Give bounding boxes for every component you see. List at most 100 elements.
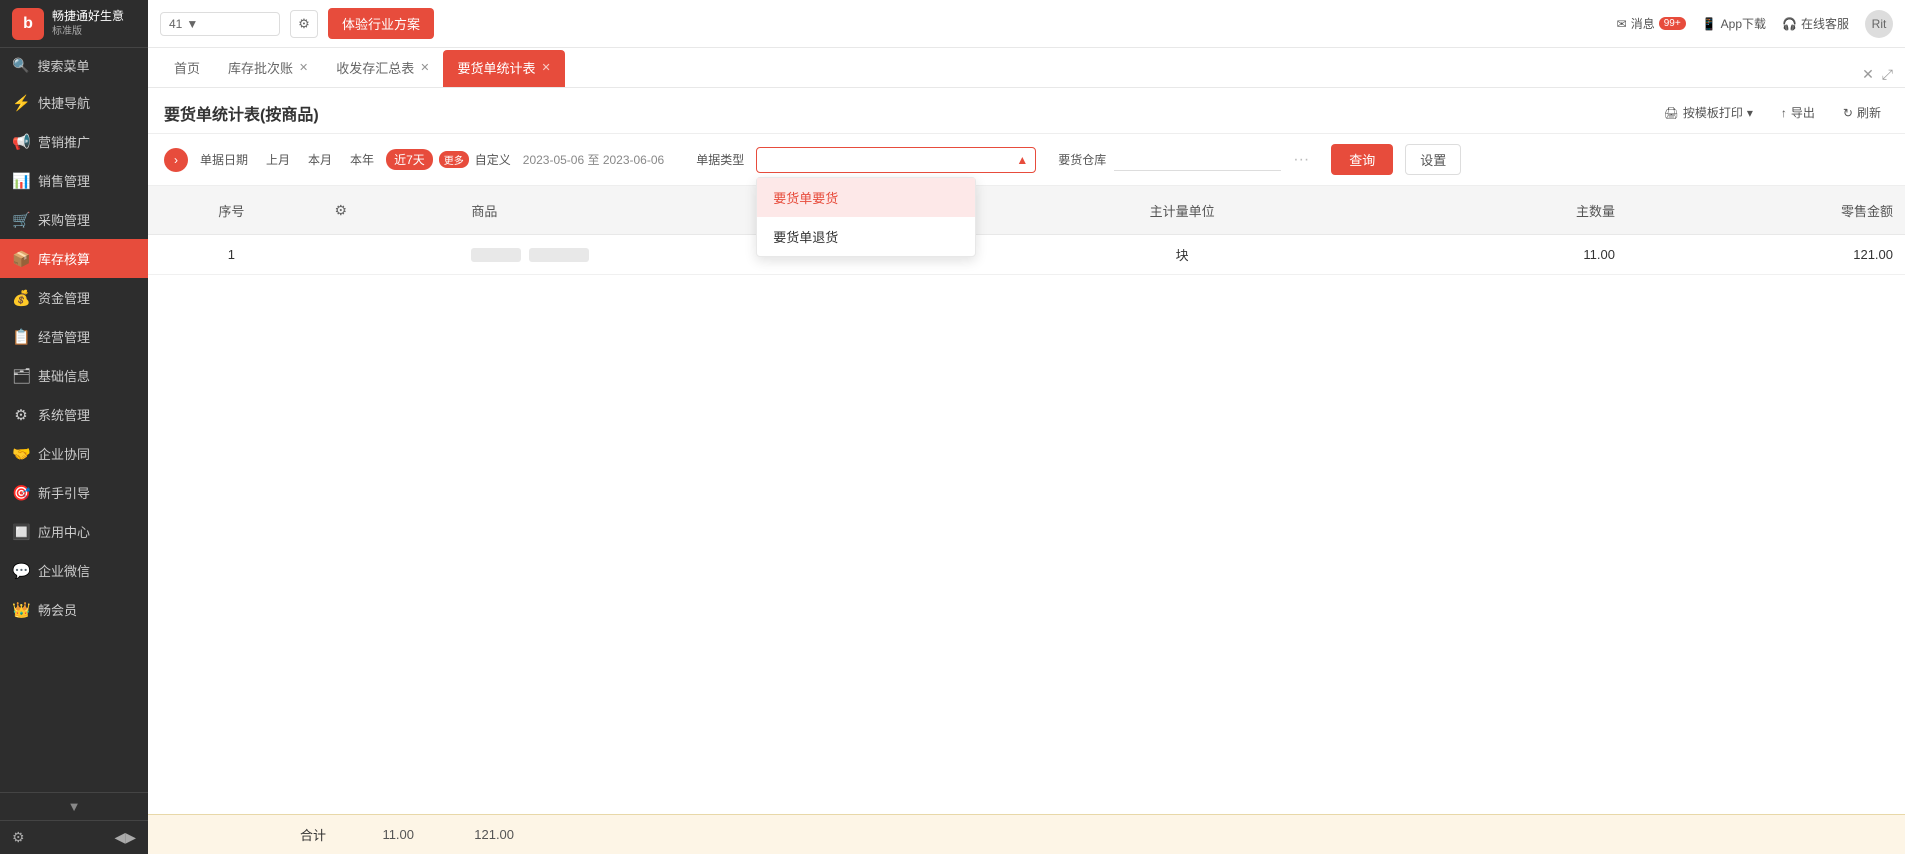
- online-service-button[interactable]: 🎧 在线客服: [1782, 15, 1849, 32]
- purchase-icon: 🛒: [12, 211, 30, 229]
- sidebar-collapse-icon[interactable]: ◀▶: [114, 829, 136, 846]
- col-header-unit: 主计量单位: [1015, 186, 1349, 235]
- filter-date-this-month[interactable]: 本月: [302, 148, 338, 171]
- sidebar-logo: b 畅捷通好生意 标准版: [0, 0, 148, 48]
- messages-button[interactable]: ✉ 消息 99+: [1617, 15, 1686, 32]
- finance-icon: 💰: [12, 289, 30, 307]
- filter-expand-button[interactable]: ›: [164, 148, 188, 172]
- cell-amount: 121.00: [1627, 235, 1905, 275]
- sidebar-item-basic[interactable]: 🗂 基础信息: [0, 356, 148, 395]
- dropdown-item-requisition[interactable]: 要货单要货: [757, 178, 975, 217]
- column-settings-icon[interactable]: ⚙: [327, 196, 355, 224]
- dropdown-item-return[interactable]: 要货单退货: [757, 217, 975, 256]
- doc-type-dropdown: 要货单要货 要货单退货: [756, 177, 976, 257]
- sidebar-item-label: 销售管理: [38, 171, 136, 190]
- sidebar-item-system[interactable]: ⚙ 系统管理: [0, 395, 148, 434]
- expand-tabs-icon[interactable]: ⤢: [1882, 66, 1893, 83]
- filter-doc-type-arrow-icon[interactable]: ▲: [1016, 153, 1028, 167]
- sidebar-item-quick-nav[interactable]: ⚡ 快捷导航: [0, 83, 148, 122]
- filter-set-button[interactable]: 设置: [1405, 144, 1461, 175]
- app-logo-icon: b: [12, 8, 44, 40]
- filter-doc-type-input[interactable]: [756, 147, 1036, 173]
- filter-query-button[interactable]: 查询: [1331, 144, 1393, 175]
- page-title: 要货单统计表(按商品): [164, 101, 319, 125]
- export-icon: ↑: [1781, 106, 1787, 120]
- table-footer: 合计 11.00 121.00: [148, 814, 1905, 854]
- sidebar-scroll-down[interactable]: ▼: [0, 792, 148, 820]
- sidebar-item-apps[interactable]: 🔲 应用中心: [0, 512, 148, 551]
- filter-more-badge[interactable]: 更多: [439, 151, 469, 168]
- close-all-tabs-icon[interactable]: ✕: [1862, 66, 1874, 83]
- sidebar-item-label: 资金管理: [38, 288, 136, 307]
- data-table: 序号 ⚙ 商品 主计量单位 主数: [148, 186, 1905, 275]
- search-menu-item[interactable]: 🔍 搜索菜单: [0, 48, 148, 83]
- app-download-button[interactable]: 📱 App下载: [1702, 15, 1766, 32]
- filter-date-last-7-days[interactable]: 近7天: [386, 149, 433, 170]
- filter-date-group: 上月 本月 本年 近7天 更多 自定义: [260, 148, 511, 171]
- page-container: 要货单统计表(按商品) 🖨 按模板打印 ▾ ↑ 导出 ↻ 刷新: [148, 88, 1905, 854]
- table-wrap: 序号 ⚙ 商品 主计量单位 主数: [148, 186, 1905, 814]
- sidebar-item-wechat[interactable]: 💬 企业微信: [0, 551, 148, 590]
- sidebar-item-label: 采购管理: [38, 210, 136, 229]
- col-header-settings[interactable]: ⚙: [315, 186, 460, 235]
- export-label: 导出: [1791, 104, 1815, 121]
- footer-quantity: 11.00: [338, 827, 438, 842]
- filter-date-last-month[interactable]: 上月: [260, 148, 296, 171]
- filter-warehouse-label: 要货仓库: [1058, 151, 1106, 168]
- refresh-button[interactable]: ↻ 刷新: [1835, 100, 1889, 125]
- industry-plan-button[interactable]: 体验行业方案: [328, 8, 434, 39]
- filter-date-this-year[interactable]: 本年: [344, 148, 380, 171]
- tab-order-stats-label: 要货单统计表: [457, 58, 535, 77]
- user-avatar[interactable]: Rit: [1865, 10, 1893, 38]
- basic-icon: 🗂: [12, 367, 30, 385]
- filter-warehouse-dots-icon[interactable]: ···: [1293, 151, 1309, 169]
- tab-order-stats[interactable]: 要货单统计表 ✕: [443, 50, 564, 87]
- sidebar-item-guide[interactable]: 🎯 新手引导: [0, 473, 148, 512]
- tab-receivable-close[interactable]: ✕: [420, 61, 429, 74]
- system-icon: ⚙: [12, 406, 30, 424]
- wechat-icon: 💬: [12, 562, 30, 580]
- tab-bar: 首页 库存批次账 ✕ 收发存汇总表 ✕ 要货单统计表 ✕ ✕ ⤢: [148, 48, 1905, 88]
- sidebar-item-purchase[interactable]: 🛒 采购管理: [0, 200, 148, 239]
- tab-batch-account[interactable]: 库存批次账 ✕: [214, 50, 322, 87]
- online-service-label: 在线客服: [1801, 15, 1849, 32]
- sidebar-footer: ⚙ ◀▶: [0, 820, 148, 854]
- sidebar-item-marketing[interactable]: 📢 营销推广: [0, 122, 148, 161]
- sidebar-item-finance[interactable]: 💰 资金管理: [0, 278, 148, 317]
- download-icon: 📱: [1702, 17, 1717, 31]
- dropdown-item-requisition-label: 要货单要货: [773, 191, 838, 206]
- tab-batch-account-close[interactable]: ✕: [299, 61, 308, 74]
- sidebar-item-inventory[interactable]: 📦 库存核算: [0, 239, 148, 278]
- sidebar-item-member[interactable]: 👑 畅会员: [0, 590, 148, 629]
- tab-order-stats-close[interactable]: ✕: [542, 61, 551, 74]
- col-header-index: 序号: [148, 186, 315, 235]
- topbar-settings-button[interactable]: ⚙: [290, 10, 318, 38]
- app-download-label: App下载: [1721, 15, 1766, 32]
- template-print-label: 按模板打印: [1683, 104, 1743, 121]
- store-name: 41: [169, 17, 182, 31]
- sidebar-item-label: 应用中心: [38, 522, 136, 541]
- gear-icon: ⚙: [298, 16, 310, 32]
- tab-home-label: 首页: [174, 58, 200, 77]
- sidebar-item-label: 企业协同: [38, 444, 136, 463]
- filter-custom-date-button[interactable]: 自定义: [475, 151, 511, 168]
- tab-home[interactable]: 首页: [160, 50, 214, 87]
- tab-bar-right: ✕ ⤢: [1862, 66, 1893, 87]
- export-button[interactable]: ↑ 导出: [1773, 100, 1823, 125]
- sidebar-settings-icon[interactable]: ⚙: [12, 829, 25, 846]
- filter-date-range: 2023-05-06 至 2023-06-06: [523, 151, 664, 168]
- sidebar-item-enterprise[interactable]: 🤝 企业协同: [0, 434, 148, 473]
- messages-label: 消息: [1631, 15, 1655, 32]
- col-header-quantity: 主数量: [1349, 186, 1627, 235]
- filter-warehouse-input[interactable]: [1114, 148, 1281, 171]
- store-selector[interactable]: 41 ▼: [160, 12, 280, 36]
- sidebar-item-sales[interactable]: 📊 销售管理: [0, 161, 148, 200]
- template-print-button[interactable]: 🖨 按模板打印 ▾: [1656, 100, 1761, 125]
- print-icon: 🖨: [1664, 106, 1679, 120]
- tab-receivable-summary[interactable]: 收发存汇总表 ✕: [322, 50, 443, 87]
- sidebar-item-label: 系统管理: [38, 405, 136, 424]
- search-menu-label: 搜索菜单: [37, 56, 89, 75]
- filter-warehouse-wrap: 要货仓库 ···: [1058, 148, 1309, 171]
- sidebar-item-operations[interactable]: 📋 经营管理: [0, 317, 148, 356]
- product-placeholder-1: [471, 248, 521, 262]
